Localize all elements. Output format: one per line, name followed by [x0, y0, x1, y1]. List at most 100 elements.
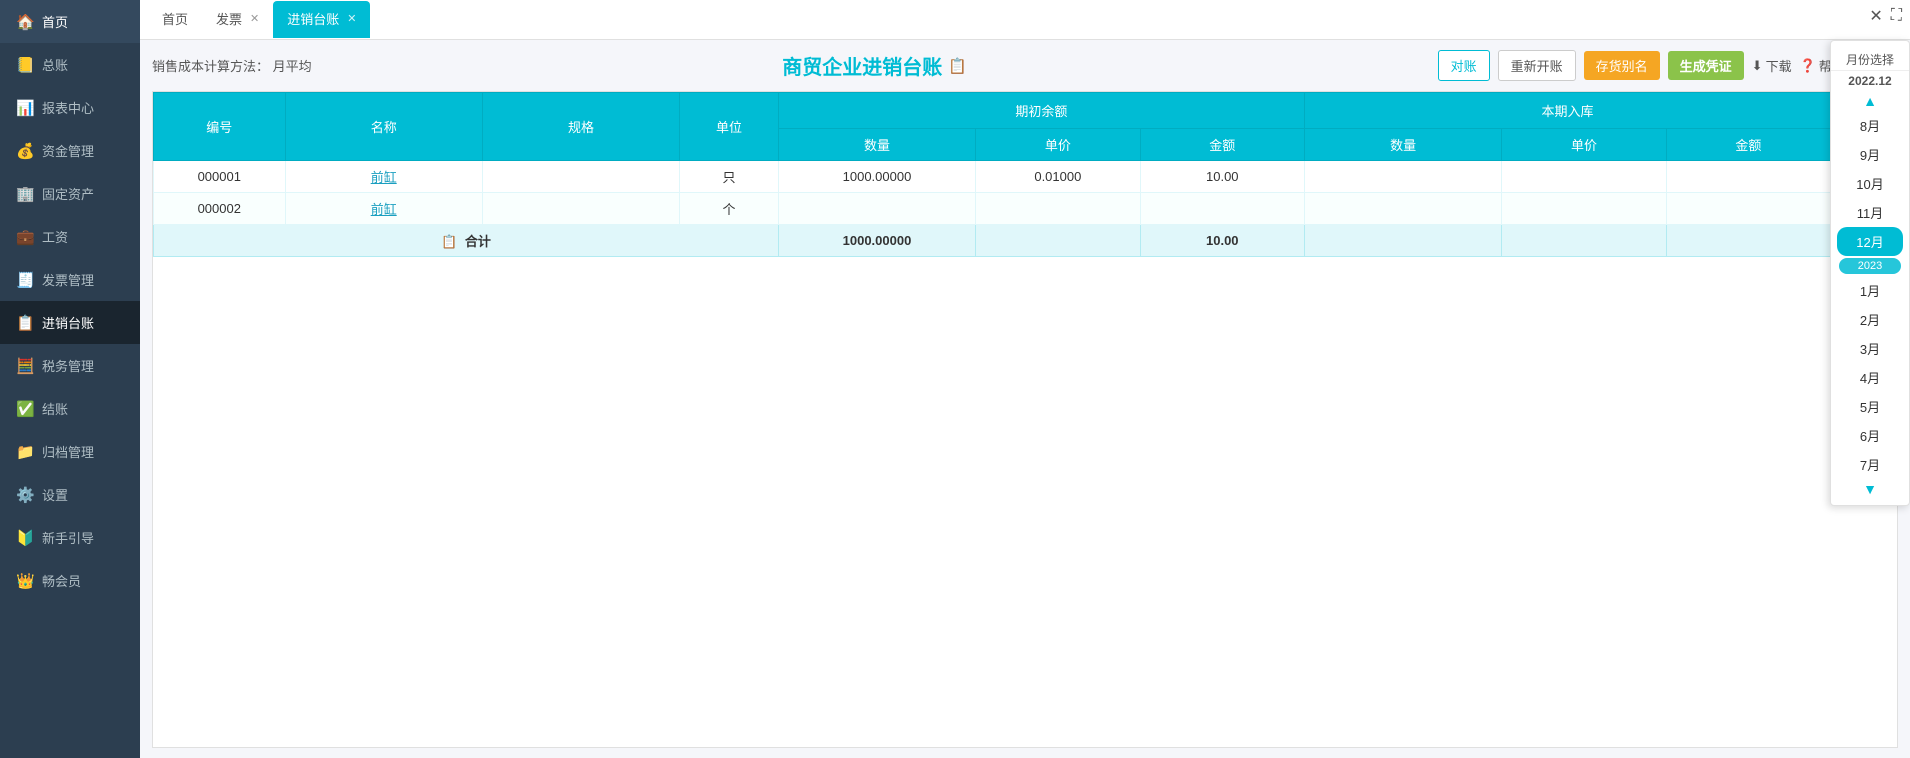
- total-amount-in: [1666, 225, 1830, 257]
- report-icon: 📊: [16, 99, 34, 117]
- month-item-10[interactable]: 10月: [1831, 169, 1909, 198]
- month-item-1[interactable]: 1月: [1831, 276, 1909, 305]
- sidebar-item-archive[interactable]: 📁 归档管理: [0, 430, 140, 473]
- col-qichu-amount: 金额: [1140, 129, 1304, 161]
- total-icon: 📋: [441, 234, 457, 249]
- total-qty-in: [1304, 225, 1501, 257]
- col-unit: 单位: [680, 93, 779, 161]
- save-alias-button[interactable]: 存货别名: [1584, 51, 1660, 80]
- info-icon[interactable]: 📋: [948, 57, 967, 75]
- vip-icon: 👑: [16, 572, 34, 590]
- month-item-3[interactable]: 3月: [1831, 334, 1909, 363]
- main-area: 首页 发票 ✕ 进销台账 ✕ 销售成本计算方法： 月平均 商贸企业进销台账 📋 …: [140, 0, 1910, 758]
- scroll-up-button[interactable]: ▲: [1831, 91, 1909, 111]
- sidebar-item-purchase-sales-ledger[interactable]: 📋 进销台账: [0, 301, 140, 344]
- sidebar-item-home[interactable]: 🏠 首页: [0, 0, 140, 43]
- table-row: 000002 前缸 个: [154, 193, 1897, 225]
- sidebar-item-label: 新手引导: [42, 528, 94, 547]
- month-item-7[interactable]: 7月: [1831, 450, 1909, 479]
- month-item-9[interactable]: 9月: [1831, 140, 1909, 169]
- month-item-8[interactable]: 8月: [1831, 111, 1909, 140]
- total-price-init: [976, 225, 1140, 257]
- col-qichu-group: 期初余额: [778, 93, 1304, 129]
- sidebar-item-beginner-guide[interactable]: 🔰 新手引导: [0, 516, 140, 559]
- tab-purchase-sales-close[interactable]: ✕: [347, 12, 356, 25]
- data-table: 编号 名称 规格 单位 期初余额 本期入库 数 数量 单价 金额 数量 单价: [153, 92, 1897, 257]
- sidebar-item-general-ledger[interactable]: 📒 总账: [0, 43, 140, 86]
- row2-price-init: [976, 193, 1140, 225]
- reconcile-button[interactable]: 对账: [1438, 50, 1490, 81]
- year-2023-label: 2023: [1839, 258, 1901, 274]
- row2-spec: [482, 193, 679, 225]
- row2-amount-in: [1666, 193, 1830, 225]
- month-item-2[interactable]: 2月: [1831, 305, 1909, 334]
- col-ruku-qty: 数量: [1304, 129, 1501, 161]
- invoice-icon: 🧾: [16, 271, 34, 289]
- row1-id: 000001: [154, 161, 286, 193]
- salary-icon: 💼: [16, 228, 34, 246]
- row1-spec: [482, 161, 679, 193]
- sidebar-item-salary[interactable]: 💼 工资: [0, 215, 140, 258]
- sidebar-item-label: 结账: [42, 399, 68, 418]
- sidebar-item-label: 畅会员: [42, 571, 81, 590]
- sidebar-item-label: 归档管理: [42, 442, 94, 461]
- archive-icon: 📁: [16, 443, 34, 461]
- row1-amount-in: [1666, 161, 1830, 193]
- month-item-11[interactable]: 11月: [1831, 198, 1909, 227]
- tab-home[interactable]: 首页: [148, 1, 202, 38]
- col-qichu-qty: 数量: [778, 129, 975, 161]
- sidebar-item-label: 首页: [42, 12, 68, 31]
- generate-voucher-button[interactable]: 生成凭证: [1668, 51, 1744, 80]
- sidebar-item-label: 报表中心: [42, 98, 94, 117]
- sidebar-item-report-center[interactable]: 📊 报表中心: [0, 86, 140, 129]
- col-ruku-group: 本期入库: [1304, 93, 1830, 129]
- month-selector-panel: 月份选择 2022.12 ▲ 8月 9月 10月 11月 12月 2023 1月…: [1830, 40, 1910, 506]
- sidebar-item-label: 总账: [42, 55, 68, 74]
- sidebar-item-label: 税务管理: [42, 356, 94, 375]
- home-icon: 🏠: [16, 13, 34, 31]
- sidebar-item-vip[interactable]: 👑 畅会员: [0, 559, 140, 602]
- sidebar-item-fund-management[interactable]: 💰 资金管理: [0, 129, 140, 172]
- table-header-row1: 编号 名称 规格 单位 期初余额 本期入库 数: [154, 93, 1897, 129]
- assets-icon: 🏢: [16, 185, 34, 203]
- tab-invoice-close[interactable]: ✕: [250, 12, 259, 25]
- sidebar-item-invoice-management[interactable]: 🧾 发票管理: [0, 258, 140, 301]
- cost-method-label: 销售成本计算方法：: [152, 59, 269, 74]
- action-buttons: 对账 重新开账 存货别名 生成凭证 ⬇ 下载 ❓ 帮助 🔄 刷新: [1438, 50, 1898, 81]
- fund-icon: 💰: [16, 142, 34, 160]
- reopen-button[interactable]: 重新开账: [1498, 50, 1576, 81]
- table-body: 000001 前缸 只 1000.00000 0.01000 10.00 000…: [154, 161, 1897, 257]
- sidebar-item-checkout[interactable]: ✅ 结账: [0, 387, 140, 430]
- maximize-window-button[interactable]: ⛶: [1891, 6, 1902, 26]
- month-item-12[interactable]: 12月: [1837, 227, 1903, 256]
- sidebar-item-fixed-assets[interactable]: 🏢 固定资产: [0, 172, 140, 215]
- sidebar-item-label: 发票管理: [42, 270, 94, 289]
- sidebar-item-settings[interactable]: ⚙️ 设置: [0, 473, 140, 516]
- month-item-5[interactable]: 5月: [1831, 392, 1909, 421]
- page-title-text: 商贸企业进销台账: [782, 51, 942, 80]
- guide-icon: 🔰: [16, 529, 34, 547]
- tab-invoice[interactable]: 发票 ✕: [202, 1, 273, 38]
- download-button[interactable]: ⬇ 下载: [1752, 56, 1792, 75]
- col-ruku-price: 单价: [1502, 129, 1666, 161]
- tab-purchase-sales[interactable]: 进销台账 ✕: [273, 1, 370, 38]
- sidebar-item-tax-management[interactable]: 🧮 税务管理: [0, 344, 140, 387]
- scroll-down-button[interactable]: ▼: [1831, 479, 1909, 499]
- month-item-6[interactable]: 6月: [1831, 421, 1909, 450]
- sidebar-item-label: 进销台账: [42, 313, 94, 332]
- row1-unit: 只: [680, 161, 779, 193]
- close-window-button[interactable]: ✕: [1869, 6, 1882, 26]
- col-qichu-price: 单价: [976, 129, 1140, 161]
- month-item-4[interactable]: 4月: [1831, 363, 1909, 392]
- current-year-display: 2022.12: [1831, 71, 1909, 91]
- cost-method: 销售成本计算方法： 月平均: [152, 56, 312, 75]
- total-price-in: [1502, 225, 1666, 257]
- col-name: 名称: [285, 93, 482, 161]
- total-row: 📋 合计 1000.00000 10.00: [154, 225, 1897, 257]
- download-icon: ⬇: [1752, 58, 1763, 74]
- total-label: 合计: [465, 234, 491, 249]
- row2-qty-in: [1304, 193, 1501, 225]
- tab-home-label: 首页: [162, 9, 188, 28]
- help-icon: ❓: [1800, 58, 1816, 74]
- row2-unit: 个: [680, 193, 779, 225]
